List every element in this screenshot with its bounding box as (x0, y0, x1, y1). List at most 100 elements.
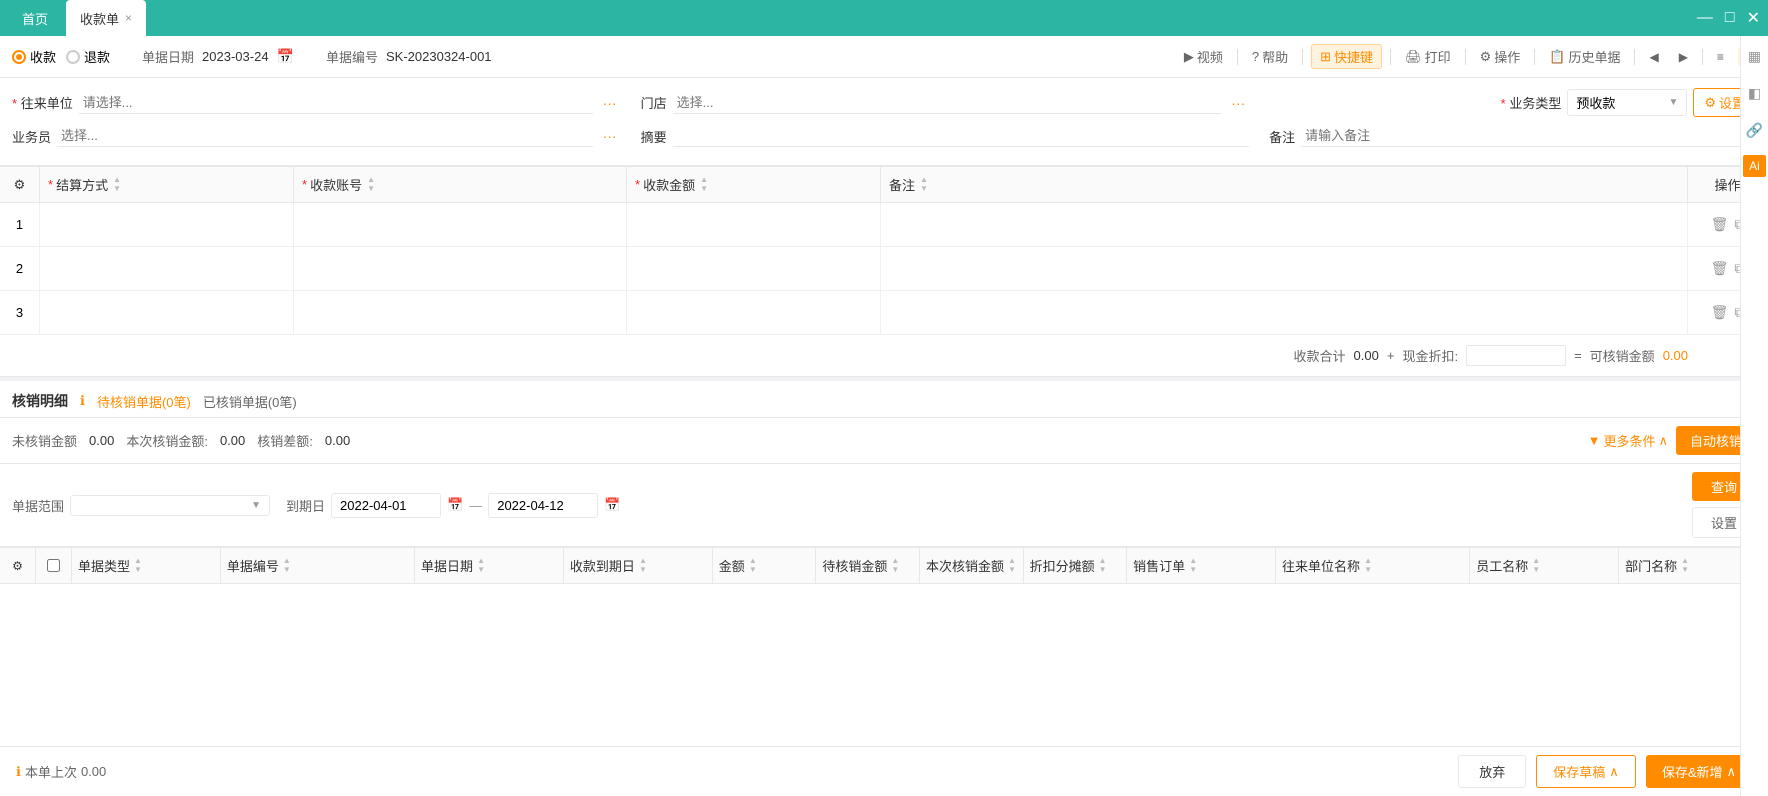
more-filter-btn[interactable]: ▼ 更多条件 ∧ (1588, 431, 1668, 450)
radio-shoukuan[interactable]: 收款 (12, 47, 56, 66)
radio-tuikuan[interactable]: 退款 (66, 47, 110, 66)
bth-order-sort[interactable]: ▲▼ (1189, 557, 1197, 575)
discount-input[interactable] (1466, 345, 1566, 366)
doc-date-value: 2023-03-24 (202, 49, 269, 64)
delete-icon-1[interactable]: 🗑 (1711, 216, 1729, 233)
tab-home[interactable]: 首页 (8, 0, 62, 36)
due-start-input[interactable] (331, 493, 441, 518)
shortcut-btn[interactable]: ⊞ 快捷键 (1311, 44, 1382, 69)
summary-row: 收款合计 0.00 + 现金折扣: = 可核销金额 0.00 (0, 335, 1768, 377)
footer-info: ℹ 本单上次 0.00 (16, 762, 106, 781)
doc-no-field: 单据编号 SK-20230324-001 (326, 47, 492, 66)
td-remark-3[interactable] (881, 291, 1688, 334)
nav-right-icon[interactable]: ▶ (1673, 48, 1694, 66)
sidebar-doc-icon[interactable]: ◧ (1744, 81, 1765, 106)
action-btn[interactable]: ⚙ 操作 (1474, 45, 1527, 68)
td-amount-3[interactable] (627, 291, 881, 334)
bth-check[interactable] (36, 548, 72, 583)
draft-btn[interactable]: 保存草稿 ∧ (1536, 755, 1636, 788)
select-all-checkbox[interactable] (47, 559, 60, 572)
td-remark-1[interactable] (881, 203, 1688, 246)
window-close-icon[interactable]: ✕ (1747, 8, 1760, 28)
print-icon: 🖨 (1405, 49, 1422, 65)
bth-discount-sort[interactable]: ▲▼ (1099, 557, 1107, 575)
print-btn[interactable]: 🖨 打印 (1399, 45, 1457, 68)
history-btn[interactable]: 📋 历史单据 (1543, 45, 1626, 68)
partner-more-btn[interactable]: ··· (599, 95, 621, 111)
hx-pending-tab[interactable]: 待核销单据(0笔) (97, 392, 191, 411)
bth-date-sort[interactable]: ▲▼ (477, 557, 485, 575)
delete-icon-3[interactable]: 🗑 (1711, 304, 1729, 321)
td-account-2[interactable] (294, 247, 627, 290)
th-amount-label: 收款金额 (643, 175, 695, 194)
tab-home-label: 首页 (22, 9, 48, 28)
save-btn-label: 保存&新增 (1662, 762, 1723, 781)
bth-no-label: 单据编号 (227, 556, 279, 575)
bth-staff-sort[interactable]: ▲▼ (1532, 557, 1540, 575)
calendar-icon[interactable]: 📅 (277, 48, 294, 65)
store-more-btn[interactable]: ··· (1227, 95, 1249, 111)
bth-pending-label: 待核销金额 (822, 556, 887, 575)
bth-type-sort[interactable]: ▲▼ (134, 557, 142, 575)
td-remark-2[interactable] (881, 247, 1688, 290)
sidebar-link-icon[interactable]: 🔗 (1742, 118, 1767, 143)
available-value: 0.00 (1663, 348, 1688, 363)
hx-done-tab[interactable]: 已核销单据(0笔) (203, 392, 297, 411)
abstract-input[interactable] (673, 125, 1250, 147)
bth-this-label: 本次核销金额 (926, 556, 1004, 575)
hx-section-header: 核销明细 ℹ 待核销单据(0笔) 已核销单据(0笔) (0, 381, 1768, 418)
tab-bar-right: — □ ✕ (1697, 8, 1760, 28)
calendar-start-icon[interactable]: 📅 (447, 497, 463, 513)
radio-tuikuan-dot (66, 50, 80, 64)
window-minimize-icon[interactable]: — (1697, 9, 1713, 27)
nav-left-icon[interactable]: ◀ (1643, 48, 1664, 66)
sidebar-ai-icon[interactable]: Ai (1743, 155, 1766, 177)
store-input[interactable] (673, 92, 1222, 114)
due-end-input[interactable] (488, 493, 598, 518)
note-input[interactable] (1301, 125, 1756, 147)
delete-icon-2[interactable]: 🗑 (1711, 260, 1729, 277)
window-maximize-icon[interactable]: □ (1725, 9, 1735, 27)
td-amount-2[interactable] (627, 247, 881, 290)
tab-close-icon[interactable]: × (125, 11, 132, 25)
bth-amount-sort[interactable]: ▲▼ (749, 557, 757, 575)
calendar-end-icon[interactable]: 📅 (604, 497, 620, 513)
bth-dept-sort[interactable]: ▲▼ (1681, 557, 1689, 575)
td-method-2[interactable] (40, 247, 294, 290)
staff-input[interactable] (57, 125, 593, 147)
business-type-select[interactable]: 预收款 ▼ (1567, 89, 1687, 116)
sidebar-table-icon[interactable]: ▦ (1744, 44, 1765, 69)
staff-more-btn[interactable]: ··· (599, 128, 621, 144)
list-view-icon[interactable]: ≡ (1711, 48, 1730, 66)
diff-value: 0.00 (325, 433, 350, 448)
bth-partner-sort[interactable]: ▲▼ (1364, 557, 1372, 575)
bth-no-sort[interactable]: ▲▼ (283, 557, 291, 575)
partner-input[interactable] (79, 92, 593, 114)
bth-due-sort[interactable]: ▲▼ (639, 557, 647, 575)
business-type-label-text: 业务类型 (1509, 96, 1561, 111)
td-account-1[interactable] (294, 203, 627, 246)
footer-bar: ℹ 本单上次 0.00 放弃 保存草稿 ∧ 保存&新增 ∧ (0, 746, 1768, 796)
help-btn[interactable]: ? 帮助 (1246, 45, 1294, 68)
range-select[interactable]: ▼ (70, 495, 270, 516)
video-btn[interactable]: ▶ 视频 (1178, 45, 1229, 68)
th-account-sort[interactable]: ▲▼ (367, 176, 375, 194)
bth-setting[interactable]: ⚙ (0, 548, 36, 583)
th-amount-sort[interactable]: ▲▼ (700, 176, 708, 194)
video-icon: ▶ (1184, 49, 1194, 65)
th-setting[interactable]: ⚙ (0, 167, 40, 202)
tab-active[interactable]: 收款单 × (66, 0, 146, 36)
hx-info-icon[interactable]: ℹ (80, 393, 85, 409)
th-method-sort[interactable]: ▲▼ (113, 176, 121, 194)
footer-info-icon[interactable]: ℹ (16, 764, 21, 780)
th-remark: 备注 ▲▼ (881, 167, 1688, 202)
td-amount-1[interactable] (627, 203, 881, 246)
abandon-btn[interactable]: 放弃 (1458, 755, 1526, 788)
td-method-1[interactable] (40, 203, 294, 246)
td-account-3[interactable] (294, 291, 627, 334)
td-method-3[interactable] (40, 291, 294, 334)
save-btn[interactable]: 保存&新增 ∧ (1646, 755, 1752, 788)
bth-this-sort[interactable]: ▲▼ (1008, 557, 1016, 575)
th-remark-sort[interactable]: ▲▼ (920, 176, 928, 194)
bth-pending-sort[interactable]: ▲▼ (891, 557, 899, 575)
